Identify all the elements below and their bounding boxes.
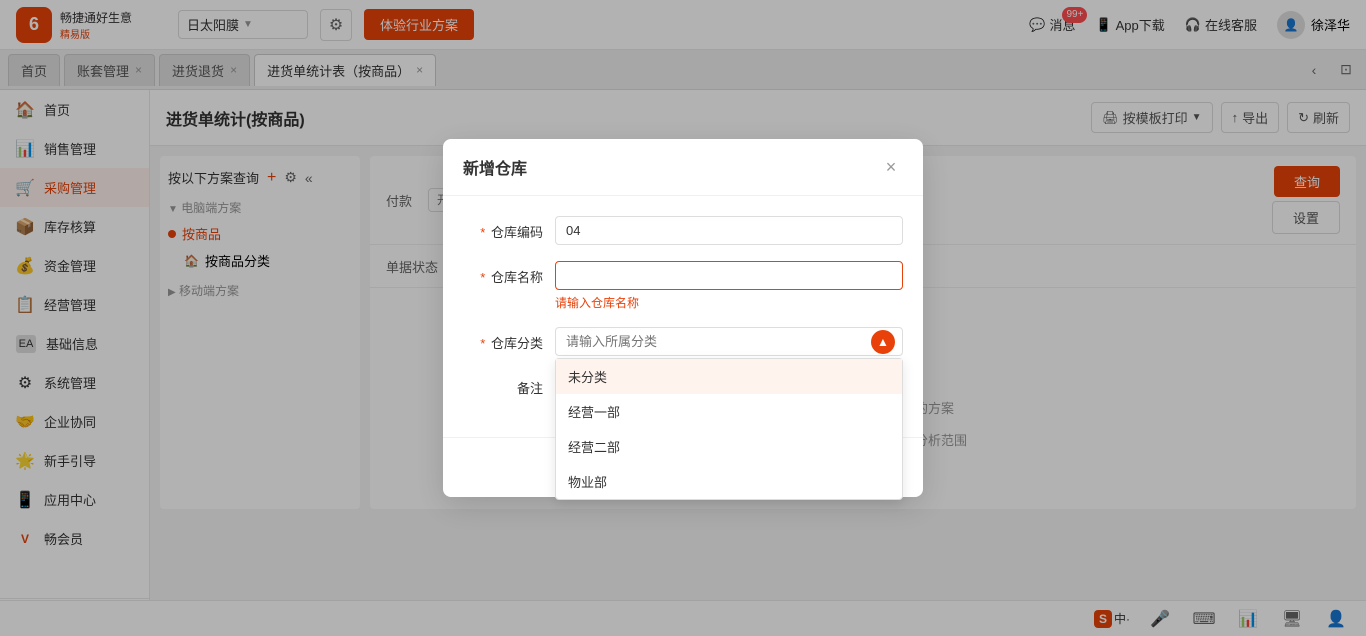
category-toggle-icon[interactable]: ▲	[871, 330, 895, 354]
name-label: * 仓库名称	[463, 261, 543, 286]
category-label: * 仓库分类	[463, 327, 543, 352]
category-input[interactable]	[555, 327, 903, 356]
new-warehouse-modal: 新增仓库 × * 仓库编码 * 仓库名称 请输入仓库名称	[443, 139, 923, 497]
name-error-message: 请输入仓库名称	[555, 294, 903, 311]
category-control-wrap: ▲ 未分类 经营一部 经营二部 物业部	[555, 327, 903, 356]
category-dropdown: 未分类 经营一部 经营二部 物业部	[555, 358, 903, 500]
category-field-row: * 仓库分类 ▲ 未分类 经营一部 经营二部 物业部	[463, 327, 903, 356]
category-option-property[interactable]: 物业部	[556, 464, 902, 499]
modal-header: 新增仓库 ×	[443, 139, 923, 196]
code-field-row: * 仓库编码	[463, 216, 903, 245]
category-option-dept2[interactable]: 经营二部	[556, 429, 902, 464]
modal-close-button[interactable]: ×	[879, 155, 903, 179]
modal-title: 新增仓库	[463, 155, 527, 179]
category-option-dept1[interactable]: 经营一部	[556, 394, 902, 429]
code-input[interactable]	[555, 216, 903, 245]
name-control-wrap: 请输入仓库名称	[555, 261, 903, 311]
name-input[interactable]	[555, 261, 903, 290]
modal-body: * 仓库编码 * 仓库名称 请输入仓库名称 * 仓库分类	[443, 196, 923, 437]
code-control-wrap	[555, 216, 903, 245]
category-option-unclassified[interactable]: 未分类	[556, 359, 902, 394]
code-label: * 仓库编码	[463, 216, 543, 241]
name-field-row: * 仓库名称 请输入仓库名称	[463, 261, 903, 311]
note-label: 备注	[463, 372, 543, 397]
